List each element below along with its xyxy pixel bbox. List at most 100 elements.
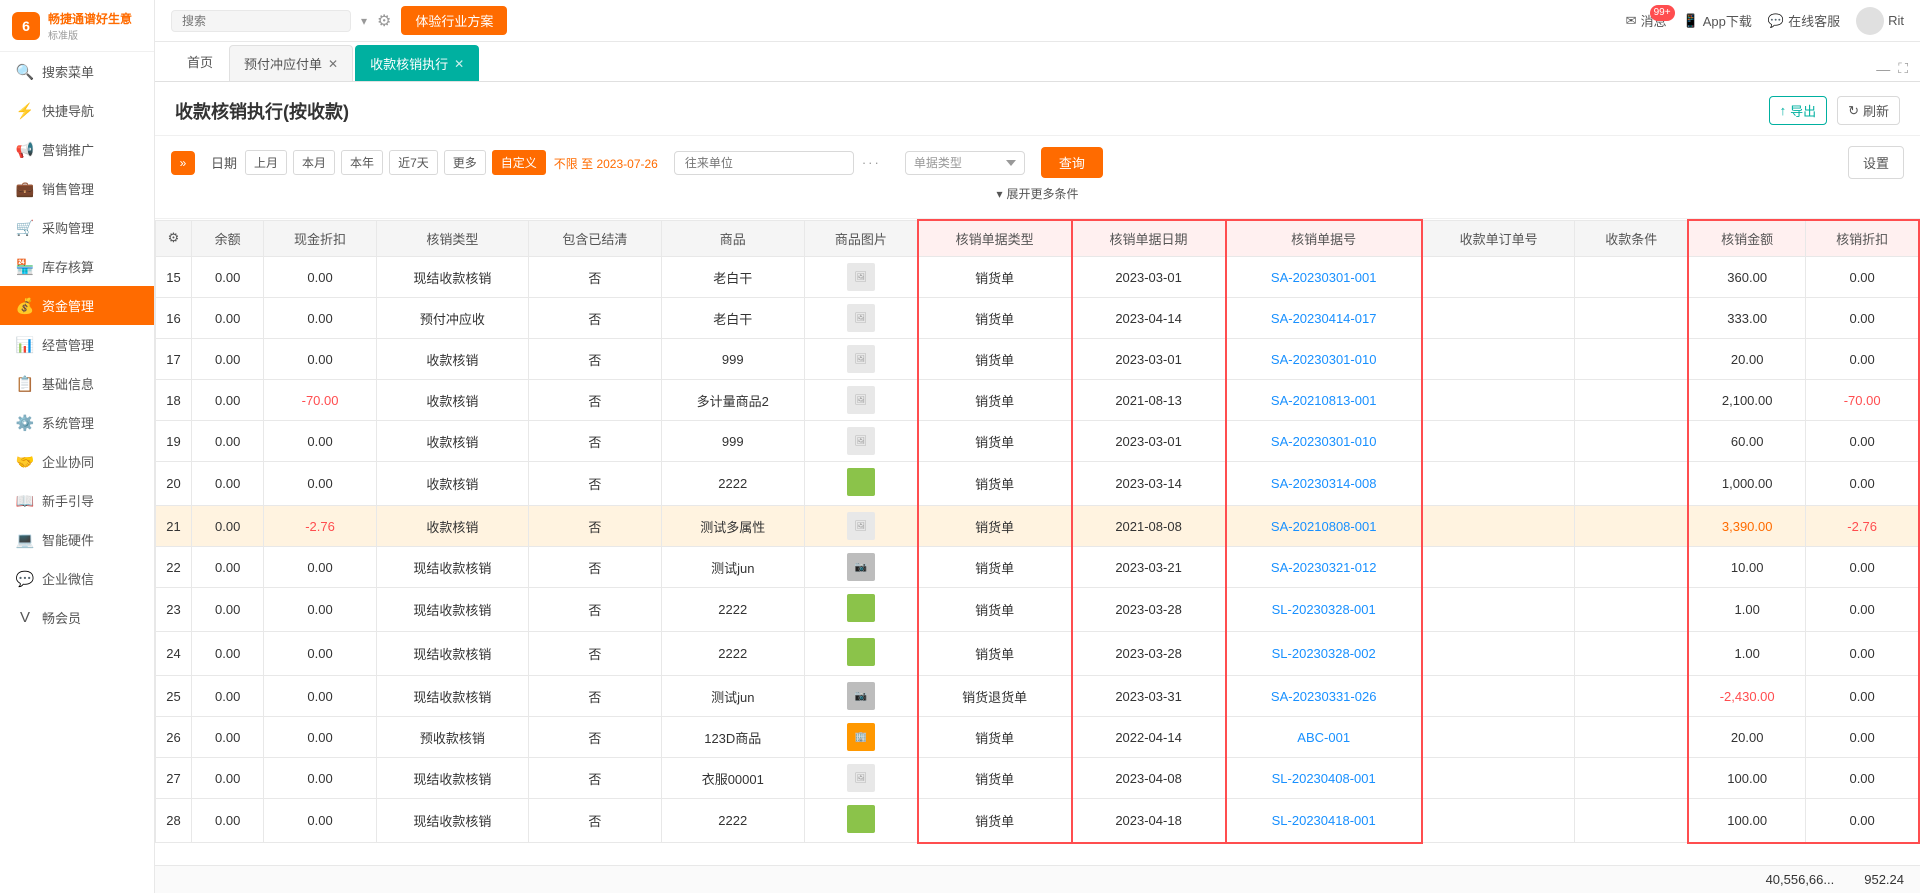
cell-type: 现结收款核销 (376, 799, 528, 843)
sidebar-item-13[interactable]: 💬企业微信 (0, 559, 154, 598)
sidebar-item-11[interactable]: 📖新手引导 (0, 481, 154, 520)
cell-amount: 360.00 (1688, 257, 1806, 298)
sidebar-item-12[interactable]: 💻智能硬件 (0, 520, 154, 559)
doc-no-link[interactable]: SA-20230321-012 (1271, 560, 1377, 575)
doctype-select[interactable]: 单据类型 (905, 151, 1025, 175)
date-btn-custom[interactable]: 自定义 (492, 150, 546, 175)
tab-home[interactable]: 首页 (171, 44, 229, 81)
th-amount: 核销金额 (1688, 220, 1806, 257)
query-btn[interactable]: 查询 (1041, 147, 1103, 178)
cell-id: 15 (156, 257, 192, 298)
app-download-btn[interactable]: 📱 App下载 (1683, 11, 1752, 30)
doc-no-link[interactable]: SL-20230328-002 (1272, 646, 1376, 661)
cell-product: 衣服00001 (661, 758, 805, 799)
date-btn-this-year[interactable]: 本年 (341, 150, 383, 175)
partner-filter-group: ··· (674, 151, 881, 175)
sidebar-item-10[interactable]: 🤝企业协同 (0, 442, 154, 481)
doc-no-link[interactable]: SA-20230414-017 (1271, 311, 1377, 326)
cell-id: 23 (156, 588, 192, 632)
doc-no-link[interactable]: SL-20230418-001 (1272, 813, 1376, 828)
cell-discount: 0.00 (264, 421, 376, 462)
date-btn-7days[interactable]: 近7天 (389, 150, 438, 175)
cell-img (805, 799, 918, 843)
sidebar-item-7[interactable]: 📊经营管理 (0, 325, 154, 364)
cell-product: 999 (661, 421, 805, 462)
refresh-btn[interactable]: ↻ 刷新 (1837, 96, 1900, 125)
cell-payment-cond (1575, 257, 1688, 298)
cell-amount: 1,000.00 (1688, 462, 1806, 506)
cell-doc-type: 销货单 (918, 547, 1072, 588)
cell-writeoff-disc: 0.00 (1806, 758, 1919, 799)
doc-no-link[interactable]: SL-20230408-001 (1272, 771, 1376, 786)
doc-no-link[interactable]: ABC-001 (1297, 730, 1350, 745)
user-menu[interactable]: Rit (1856, 7, 1904, 35)
cell-balance: 0.00 (192, 421, 264, 462)
cell-settled: 否 (529, 257, 661, 298)
refresh-icon: ↻ (1848, 103, 1859, 119)
tab-maximize-btn[interactable]: ⛶ (1898, 60, 1908, 77)
tab-close-writeoff[interactable]: ✕ (454, 57, 464, 71)
tab-minimize-btn[interactable]: — (1876, 61, 1890, 77)
th-settings[interactable]: ⚙ (156, 220, 192, 257)
cell-balance: 0.00 (192, 506, 264, 547)
doc-no-link[interactable]: SA-20230301-001 (1271, 270, 1377, 285)
tab-close-prepay[interactable]: ✕ (328, 57, 338, 71)
cell-doc-date: 2021-08-13 (1072, 380, 1226, 421)
cell-doc-date: 2023-03-01 (1072, 339, 1226, 380)
sidebar-item-5[interactable]: 🏪库存核算 (0, 247, 154, 286)
doc-no-link[interactable]: SA-20210813-001 (1271, 393, 1377, 408)
partner-dots[interactable]: ··· (862, 155, 881, 170)
doc-no-link[interactable]: SA-20230331-026 (1271, 689, 1377, 704)
sidebar-item-0[interactable]: 🔍搜索菜单 (0, 52, 154, 91)
tab-writeoff[interactable]: 收款核销执行 ✕ (355, 45, 479, 81)
table-row: 28 0.00 0.00 现结收款核销 否 2222 销货单 2023-04-1… (156, 799, 1920, 843)
doc-no-link[interactable]: SA-20230301-010 (1271, 434, 1377, 449)
cell-writeoff-disc: 0.00 (1806, 339, 1919, 380)
filter-expand-btn[interactable]: » (171, 151, 195, 175)
doc-no-link[interactable]: SL-20230328-001 (1272, 602, 1376, 617)
date-btn-last-month[interactable]: 上月 (245, 150, 287, 175)
cell-discount: 0.00 (264, 298, 376, 339)
cell-amount: 333.00 (1688, 298, 1806, 339)
cell-doc-no: SL-20230408-001 (1226, 758, 1422, 799)
sidebar-item-4[interactable]: 🛒采购管理 (0, 208, 154, 247)
solution-btn[interactable]: 体验行业方案 (401, 6, 507, 35)
cell-doc-date: 2021-08-08 (1072, 506, 1226, 547)
cell-type: 预收款核销 (376, 717, 528, 758)
doc-no-link[interactable]: SA-20230314-008 (1271, 476, 1377, 491)
tab-prepay[interactable]: 预付冲应付单 ✕ (229, 45, 353, 81)
cell-img: 🏢 (805, 717, 918, 758)
search-input[interactable] (171, 10, 351, 32)
cell-product: 999 (661, 339, 805, 380)
dropdown-arrow[interactable]: ▾ (361, 14, 367, 28)
cell-doc-no: SA-20230301-001 (1226, 257, 1422, 298)
message-btn[interactable]: ✉ 消息 99+ (1626, 11, 1667, 30)
sidebar-icon-6: 💰 (16, 297, 34, 315)
sidebar-item-14[interactable]: V畅会员 (0, 598, 154, 637)
doc-no-link[interactable]: SA-20230301-010 (1271, 352, 1377, 367)
gear-icon[interactable]: ⚙ (377, 11, 391, 31)
sidebar-icon-12: 💻 (16, 531, 34, 549)
partner-input[interactable] (674, 151, 854, 175)
cell-doc-no: SL-20230418-001 (1226, 799, 1422, 843)
sidebar-item-2[interactable]: 📢营销推广 (0, 130, 154, 169)
cell-balance: 0.00 (192, 632, 264, 676)
sidebar-item-9[interactable]: ⚙️系统管理 (0, 403, 154, 442)
date-btn-this-month[interactable]: 本月 (293, 150, 335, 175)
sidebar-item-8[interactable]: 📋基础信息 (0, 364, 154, 403)
doc-no-link[interactable]: SA-20210808-001 (1271, 519, 1377, 534)
settings-btn[interactable]: 设置 (1848, 146, 1904, 179)
sidebar-label-2: 营销推广 (42, 140, 94, 159)
sidebar-item-1[interactable]: ⚡快捷导航 (0, 91, 154, 130)
expand-more-btn[interactable]: ▾ 展开更多条件 (171, 179, 1904, 208)
sidebar-label-8: 基础信息 (42, 374, 94, 393)
sidebar-item-3[interactable]: 💼销售管理 (0, 169, 154, 208)
sidebar-label-7: 经营管理 (42, 335, 94, 354)
online-service-btn[interactable]: 💬 在线客服 (1768, 11, 1840, 30)
cell-img: 🖼 (805, 758, 918, 799)
cell-settled: 否 (529, 380, 661, 421)
export-btn[interactable]: ↑ 导出 (1769, 96, 1828, 125)
sidebar-item-6[interactable]: 💰资金管理 (0, 286, 154, 325)
date-btn-more[interactable]: 更多 (444, 150, 486, 175)
cell-product: 123D商品 (661, 717, 805, 758)
